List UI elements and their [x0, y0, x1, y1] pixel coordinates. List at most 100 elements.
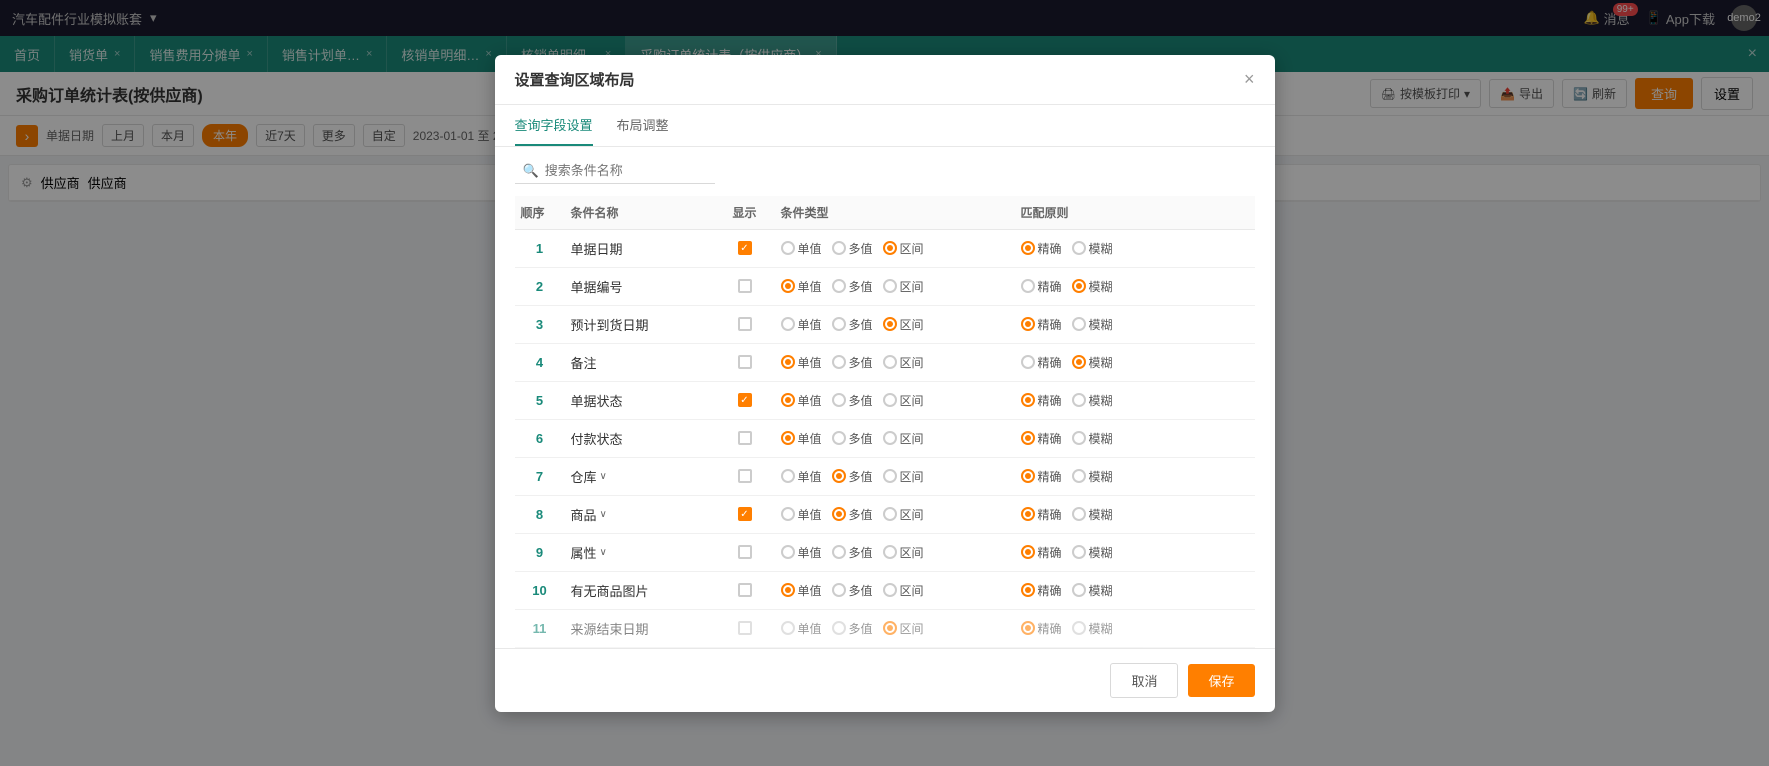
row-6-exact-radio[interactable]: 精确 [1021, 430, 1062, 447]
col-order-header: 顺序 [515, 204, 565, 221]
row-3-exact-radio[interactable]: 精确 [1021, 316, 1062, 333]
row-4-condtype: 单值 多值 区间 [775, 354, 1015, 371]
row-5-fuzzy-radio[interactable]: 模糊 [1072, 392, 1113, 409]
modal-close-button[interactable]: × [1244, 70, 1255, 88]
row-11-multi-radio[interactable]: 多值 [832, 620, 873, 637]
row-5-single-radio[interactable]: 单值 [781, 392, 822, 409]
col-name-header: 条件名称 [565, 204, 715, 221]
row-1-range-circle [883, 241, 897, 255]
row-6-multi-circle [832, 431, 846, 445]
row-7-order: 7 [515, 469, 565, 484]
row-2-multi-radio[interactable]: 多值 [832, 278, 873, 295]
row-8-single-radio[interactable]: 单值 [781, 506, 822, 523]
row-3-single-radio[interactable]: 单值 [781, 316, 822, 333]
row-1-display: ✓ [715, 241, 775, 255]
modal-tab-fields[interactable]: 查询字段设置 [515, 105, 593, 146]
row-9-range-radio[interactable]: 区间 [883, 544, 924, 561]
row-3-range-radio[interactable]: 区间 [883, 316, 924, 333]
row-5-condtype: 单值 多值 区间 [775, 392, 1015, 409]
row-5-exact-radio[interactable]: 精确 [1021, 392, 1062, 409]
row-9-exact-circle [1021, 545, 1035, 559]
row-10-single-radio[interactable]: 单值 [781, 582, 822, 599]
row-4-display-checkbox[interactable] [738, 355, 752, 369]
settings-modal: 设置查询区域布局 × 查询字段设置 布局调整 🔍 顺序 条件名称 [495, 55, 1275, 712]
row-7-multi-radio[interactable]: 多值 [832, 468, 873, 485]
row-2-fuzzy-radio[interactable]: 模糊 [1072, 278, 1113, 295]
row-5-range-radio[interactable]: 区间 [883, 392, 924, 409]
row-10-multi-radio[interactable]: 多值 [832, 582, 873, 599]
row-2-range-radio[interactable]: 区间 [883, 278, 924, 295]
row-9-single-radio[interactable]: 单值 [781, 544, 822, 561]
row-7-display-checkbox[interactable] [738, 469, 752, 483]
row-7-single-radio[interactable]: 单值 [781, 468, 822, 485]
row-8-single-circle [781, 507, 795, 521]
row-4-fuzzy-radio[interactable]: 模糊 [1072, 354, 1113, 371]
row-9-match: 精确 模糊 [1015, 544, 1255, 561]
row-7-multi-circle [832, 469, 846, 483]
row-8-multi-radio[interactable]: 多值 [832, 506, 873, 523]
row-5-multi-radio[interactable]: 多值 [832, 392, 873, 409]
row-1-single-radio[interactable]: 单值 [781, 240, 822, 257]
row-11-display-checkbox[interactable] [738, 621, 752, 635]
search-icon: 🔍 [523, 163, 539, 179]
row-11-range-radio[interactable]: 区间 [883, 620, 924, 637]
row-9-order: 9 [515, 545, 565, 560]
row-6-display-checkbox[interactable] [738, 431, 752, 445]
row-1-multi-circle [832, 241, 846, 255]
row-2-match: 精确 模糊 [1015, 278, 1255, 295]
row-2-single-radio[interactable]: 单值 [781, 278, 822, 295]
save-button[interactable]: 保存 [1188, 664, 1254, 697]
row-2-exact-circle [1021, 279, 1035, 293]
row-11-exact-circle [1021, 621, 1035, 635]
row-1-fuzzy-radio[interactable]: 模糊 [1072, 240, 1113, 257]
row-10-range-radio[interactable]: 区间 [883, 582, 924, 599]
modal-tab-layout[interactable]: 布局调整 [617, 105, 669, 146]
row-10-fuzzy-radio[interactable]: 模糊 [1072, 582, 1113, 599]
row-5-display-checkbox[interactable]: ✓ [738, 393, 752, 407]
row-10-exact-radio[interactable]: 精确 [1021, 582, 1062, 599]
row-11-single-radio[interactable]: 单值 [781, 620, 822, 637]
row-7-range-radio[interactable]: 区间 [883, 468, 924, 485]
row-11-exact-radio[interactable]: 精确 [1021, 620, 1062, 637]
row-9-exact-radio[interactable]: 精确 [1021, 544, 1062, 561]
row-9-multi-radio[interactable]: 多值 [832, 544, 873, 561]
row-1-name: 单据日期 [565, 239, 715, 258]
row-2-display-checkbox[interactable] [738, 279, 752, 293]
row-3-display-checkbox[interactable] [738, 317, 752, 331]
row-1-range-radio[interactable]: 区间 [883, 240, 924, 257]
row-9-fuzzy-radio[interactable]: 模糊 [1072, 544, 1113, 561]
row-9-display-checkbox[interactable] [738, 545, 752, 559]
row-5-fuzzy-circle [1072, 393, 1086, 407]
row-10-fuzzy-circle [1072, 583, 1086, 597]
row-6-range-radio[interactable]: 区间 [883, 430, 924, 447]
row-8-exact-radio[interactable]: 精确 [1021, 506, 1062, 523]
row-3-multi-radio[interactable]: 多值 [832, 316, 873, 333]
row-4-multi-radio[interactable]: 多值 [832, 354, 873, 371]
row-2-exact-radio[interactable]: 精确 [1021, 278, 1062, 295]
row-1-display-checkbox[interactable]: ✓ [738, 241, 752, 255]
row-3-fuzzy-radio[interactable]: 模糊 [1072, 316, 1113, 333]
row-1-multi-radio[interactable]: 多值 [832, 240, 873, 257]
row-6-fuzzy-radio[interactable]: 模糊 [1072, 430, 1113, 447]
row-10-display-checkbox[interactable] [738, 583, 752, 597]
row-8-range-radio[interactable]: 区间 [883, 506, 924, 523]
row-4-single-radio[interactable]: 单值 [781, 354, 822, 371]
row-7-exact-radio[interactable]: 精确 [1021, 468, 1062, 485]
row-8-display-checkbox[interactable]: ✓ [738, 507, 752, 521]
row-4-range-radio[interactable]: 区间 [883, 354, 924, 371]
table-row: 11 来源结束日期 单值 多值 [515, 610, 1255, 648]
row-7-fuzzy-radio[interactable]: 模糊 [1072, 468, 1113, 485]
row-6-display [715, 431, 775, 445]
row-4-single-circle [781, 355, 795, 369]
row-1-exact-radio[interactable]: 精确 [1021, 240, 1062, 257]
row-4-multi-circle [832, 355, 846, 369]
row-11-fuzzy-radio[interactable]: 模糊 [1072, 620, 1113, 637]
row-6-single-radio[interactable]: 单值 [781, 430, 822, 447]
row-8-fuzzy-radio[interactable]: 模糊 [1072, 506, 1113, 523]
search-input[interactable] [545, 163, 705, 178]
row-4-exact-radio[interactable]: 精确 [1021, 354, 1062, 371]
row-11-display [715, 621, 775, 635]
row-4-exact-circle [1021, 355, 1035, 369]
cancel-button[interactable]: 取消 [1110, 663, 1178, 698]
row-6-multi-radio[interactable]: 多值 [832, 430, 873, 447]
